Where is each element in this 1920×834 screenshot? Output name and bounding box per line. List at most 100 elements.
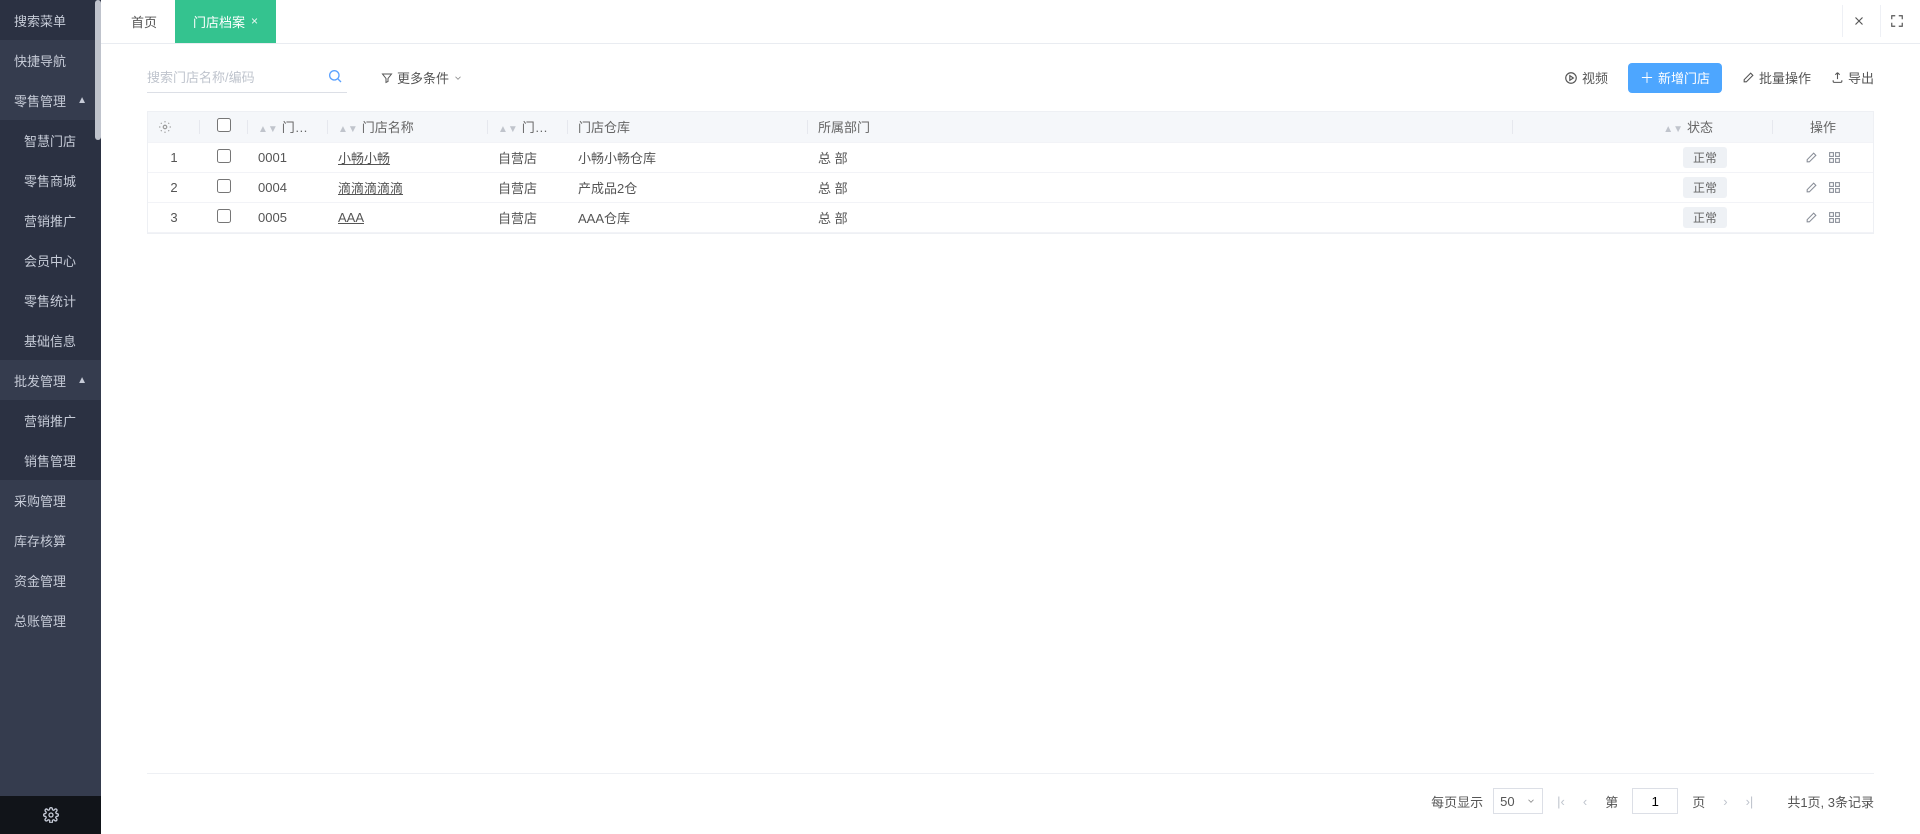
edit-icon [1805, 211, 1818, 224]
sidebar-item[interactable]: 快捷导航 [0, 40, 101, 80]
col-warehouse: 门店仓库 [568, 112, 808, 142]
cell-name[interactable]: 小畅小畅 [338, 151, 390, 166]
grid-icon [1828, 181, 1841, 194]
sidebar-item-label: 库存核算 [14, 531, 66, 550]
select-all-checkbox[interactable] [217, 118, 231, 132]
add-store-label: 新增门店 [1658, 68, 1710, 87]
page-prev[interactable]: ‹ [1579, 794, 1591, 809]
status-badge: 正常 [1683, 207, 1727, 228]
page-input[interactable] [1632, 788, 1678, 814]
sidebar-item-label: 采购管理 [14, 491, 66, 510]
sidebar-item-label: 零售统计 [24, 291, 76, 310]
export-button[interactable]: 导出 [1831, 68, 1874, 87]
pagination: 每页显示 50 |‹ ‹ 第 页 › ›| 共1页, 3条记录 [147, 773, 1874, 814]
col-settings[interactable] [148, 112, 200, 142]
row-more[interactable] [1828, 181, 1841, 194]
cell-type: 自营店 [488, 172, 568, 202]
play-circle-icon [1564, 71, 1578, 85]
sidebar: 搜索菜单快捷导航零售管理▲智慧门店零售商城营销推广会员中心零售统计基础信息批发管… [0, 0, 101, 834]
sidebar-item[interactable]: 批发管理▲ [0, 360, 101, 400]
row-checkbox[interactable] [217, 179, 231, 193]
page-size-select[interactable]: 50 [1493, 788, 1543, 814]
table: ▲▼门店... ▲▼门店名称 ▲▼门店... 门店仓库 所属部门 ▲▼状态 操作… [147, 111, 1874, 234]
cell-warehouse: 产成品2仓 [568, 172, 808, 202]
sidebar-subitem[interactable]: 智慧门店 [0, 120, 101, 160]
cell-code: 0004 [248, 172, 328, 202]
fullscreen-button[interactable] [1880, 5, 1912, 37]
page-next[interactable]: › [1719, 794, 1731, 809]
sidebar-subitem[interactable]: 营销推广 [0, 400, 101, 440]
cell-name[interactable]: 滴滴滴滴滴 [338, 181, 403, 196]
cell-code: 0001 [248, 142, 328, 172]
sidebar-subitem[interactable]: 营销推广 [0, 200, 101, 240]
tab-close[interactable]: × [251, 14, 258, 28]
page-last[interactable]: ›| [1742, 794, 1758, 809]
row-edit[interactable] [1805, 211, 1818, 224]
close-all-tabs[interactable] [1842, 5, 1874, 37]
cell-warehouse: 小畅小畅仓库 [568, 142, 808, 172]
close-icon [1852, 14, 1866, 28]
row-checkbox[interactable] [217, 149, 231, 163]
col-name[interactable]: ▲▼门店名称 [328, 112, 488, 142]
row-checkbox[interactable] [217, 209, 231, 223]
col-checkbox [200, 112, 248, 142]
sidebar-item-label: 智慧门店 [24, 131, 76, 150]
sidebar-item[interactable]: 库存核算 [0, 520, 101, 560]
col-code[interactable]: ▲▼门店... [248, 112, 328, 142]
sidebar-subitem[interactable]: 零售统计 [0, 280, 101, 320]
filter-icon [381, 72, 393, 84]
export-icon [1831, 71, 1844, 84]
sidebar-item-label: 零售管理 [14, 91, 66, 110]
sidebar-item-label: 营销推广 [24, 411, 76, 430]
video-button[interactable]: 视频 [1564, 68, 1608, 87]
cell-idx: 2 [148, 172, 200, 202]
sidebar-item[interactable]: 采购管理 [0, 480, 101, 520]
page-first[interactable]: |‹ [1553, 794, 1569, 809]
grid-icon [1828, 211, 1841, 224]
cell-code: 0005 [248, 202, 328, 232]
search-icon[interactable] [327, 68, 343, 84]
cell-type: 自营店 [488, 202, 568, 232]
search-wrap [147, 62, 347, 93]
sidebar-item[interactable]: 资金管理 [0, 560, 101, 600]
row-more[interactable] [1828, 151, 1841, 164]
edit-icon [1742, 71, 1755, 84]
page-size-value: 50 [1500, 794, 1514, 809]
row-edit[interactable] [1805, 181, 1818, 194]
video-label: 视频 [1582, 68, 1608, 87]
page-summary: 共1页, 3条记录 [1787, 792, 1874, 811]
col-dept: 所属部门 [808, 112, 1513, 142]
sidebar-item-label: 会员中心 [24, 251, 76, 270]
status-badge: 正常 [1683, 177, 1727, 198]
row-more[interactable] [1828, 211, 1841, 224]
sidebar-settings[interactable] [0, 796, 101, 834]
table-row: 10001小畅小畅自营店小畅小畅仓库总 部正常 [148, 142, 1873, 172]
sidebar-item-label: 搜索菜单 [14, 11, 66, 30]
table-row: 30005AAA自营店AAA仓库总 部正常 [148, 202, 1873, 232]
col-type[interactable]: ▲▼门店... [488, 112, 568, 142]
tab[interactable]: 门店档案× [175, 0, 276, 43]
sidebar-subitem[interactable]: 零售商城 [0, 160, 101, 200]
sidebar-item-label: 零售商城 [24, 171, 76, 190]
search-input[interactable] [147, 62, 347, 92]
bulk-ops-button[interactable]: 批量操作 [1742, 68, 1811, 87]
cell-name[interactable]: AAA [338, 210, 364, 225]
sidebar-subitem[interactable]: 销售管理 [0, 440, 101, 480]
more-conditions[interactable]: 更多条件 [381, 68, 463, 87]
status-badge: 正常 [1683, 147, 1727, 168]
chevron-down-icon [453, 73, 463, 83]
col-status[interactable]: ▲▼状态 [1513, 112, 1773, 142]
col-ops: 操作 [1773, 112, 1873, 142]
row-edit[interactable] [1805, 151, 1818, 164]
sidebar-item-label: 快捷导航 [14, 51, 66, 70]
tab[interactable]: 首页 [113, 0, 175, 43]
sidebar-item[interactable]: 搜索菜单 [0, 0, 101, 40]
toolbar: 更多条件 视频 ＋ 新增门店 批量操作 导出 [101, 44, 1920, 111]
sidebar-subitem[interactable]: 会员中心 [0, 240, 101, 280]
sidebar-item[interactable]: 零售管理▲ [0, 80, 101, 120]
sidebar-item-label: 营销推广 [24, 211, 76, 230]
sidebar-item-label: 总账管理 [14, 611, 66, 630]
sidebar-subitem[interactable]: 基础信息 [0, 320, 101, 360]
sidebar-item[interactable]: 总账管理 [0, 600, 101, 640]
add-store-button[interactable]: ＋ 新增门店 [1628, 63, 1722, 93]
